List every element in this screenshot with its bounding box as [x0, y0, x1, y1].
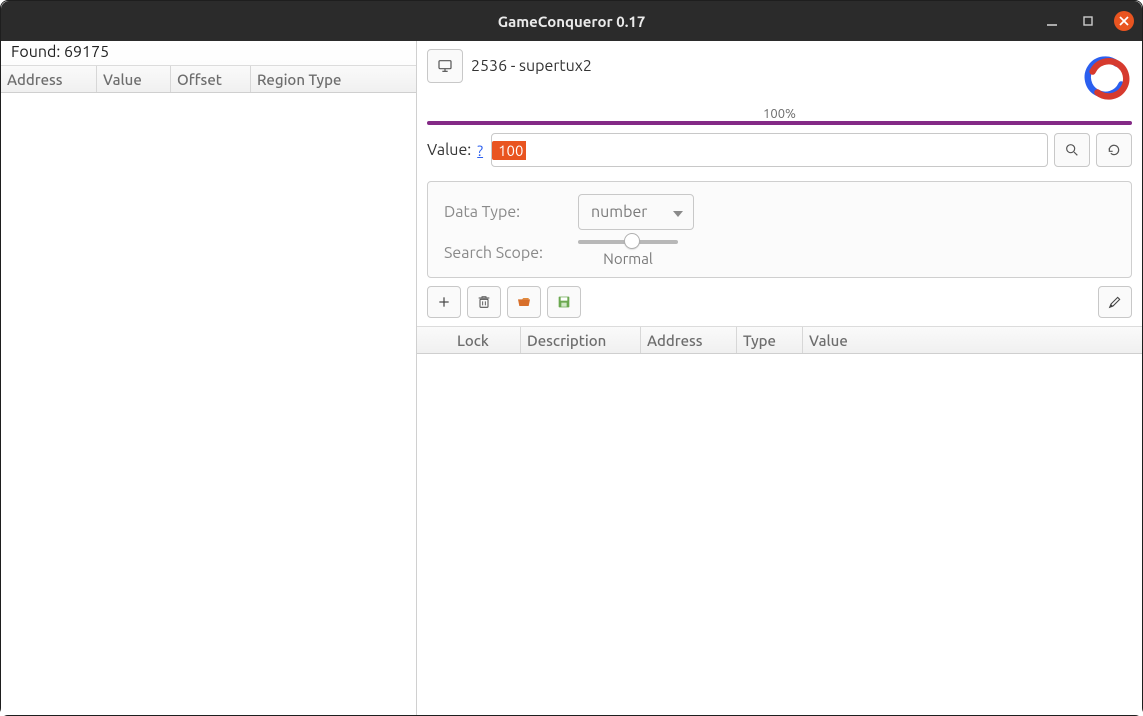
chevron-down-icon	[673, 203, 683, 221]
value-input-selection: 100	[492, 141, 526, 160]
cheat-toolbar	[417, 286, 1142, 326]
progress-text: 100%	[427, 107, 1132, 121]
plus-icon	[436, 294, 452, 310]
add-button[interactable]	[427, 286, 461, 318]
cheat-table-body[interactable]	[417, 354, 1142, 715]
col-offset[interactable]: Offset	[171, 66, 251, 92]
col-cheat-type[interactable]: Type	[737, 327, 803, 353]
maximize-button[interactable]	[1078, 11, 1098, 31]
process-label: 2536 - supertux2	[471, 57, 592, 75]
scan-progress: 100%	[427, 107, 1132, 125]
col-description[interactable]: Description	[521, 327, 641, 353]
maximize-icon	[1080, 13, 1096, 29]
minimize-icon	[1044, 13, 1060, 29]
data-type-select[interactable]: number	[578, 194, 694, 230]
col-address[interactable]: Address	[1, 66, 97, 92]
value-input-field[interactable]	[526, 134, 1047, 166]
folder-open-icon	[516, 294, 532, 310]
monitor-icon	[437, 58, 453, 74]
app-logo	[1082, 49, 1132, 107]
value-help-link[interactable]: ?	[477, 142, 485, 159]
found-count-label: Found: 69175	[1, 41, 416, 65]
edit-button[interactable]	[1098, 286, 1132, 318]
pencil-icon	[1107, 294, 1123, 310]
data-type-value: number	[591, 203, 647, 221]
progress-bar	[427, 121, 1132, 125]
results-table-body[interactable]	[1, 93, 416, 715]
close-button[interactable]	[1114, 11, 1134, 31]
floppy-save-icon	[556, 294, 572, 310]
search-icon	[1064, 142, 1080, 158]
refresh-icon	[1106, 142, 1122, 158]
search-scope-label: Search Scope:	[444, 244, 554, 262]
scan-options-box: Data Type: number Search Scope: Normal	[427, 181, 1132, 278]
data-type-label: Data Type:	[444, 203, 554, 221]
open-button[interactable]	[507, 286, 541, 318]
col-region-type[interactable]: Region Type	[251, 66, 416, 92]
col-cheat-value[interactable]: Value	[803, 327, 1142, 353]
trash-icon	[476, 294, 492, 310]
cheat-table-header: Lock Description Address Type Value	[417, 326, 1142, 354]
close-icon	[1116, 13, 1132, 29]
results-table-header: Address Value Offset Region Type	[1, 65, 416, 93]
col-value[interactable]: Value	[97, 66, 171, 92]
delete-button[interactable]	[467, 286, 501, 318]
col-cheat-address[interactable]: Address	[641, 327, 737, 353]
save-button[interactable]	[547, 286, 581, 318]
select-process-button[interactable]	[427, 49, 463, 83]
reset-button[interactable]	[1096, 133, 1132, 167]
col-lock[interactable]: Lock	[417, 327, 521, 353]
window-title: GameConqueror 0.17	[498, 13, 646, 30]
minimize-button[interactable]	[1042, 11, 1062, 31]
search-scope-slider[interactable]	[578, 240, 678, 244]
slider-thumb[interactable]	[624, 233, 640, 249]
value-input[interactable]: 100	[491, 133, 1048, 167]
title-bar: GameConqueror 0.17	[1, 1, 1142, 41]
search-scope-value: Normal	[603, 250, 653, 267]
search-button[interactable]	[1054, 133, 1090, 167]
value-label: Value:	[427, 141, 471, 159]
gameconqueror-logo-icon	[1083, 54, 1131, 102]
